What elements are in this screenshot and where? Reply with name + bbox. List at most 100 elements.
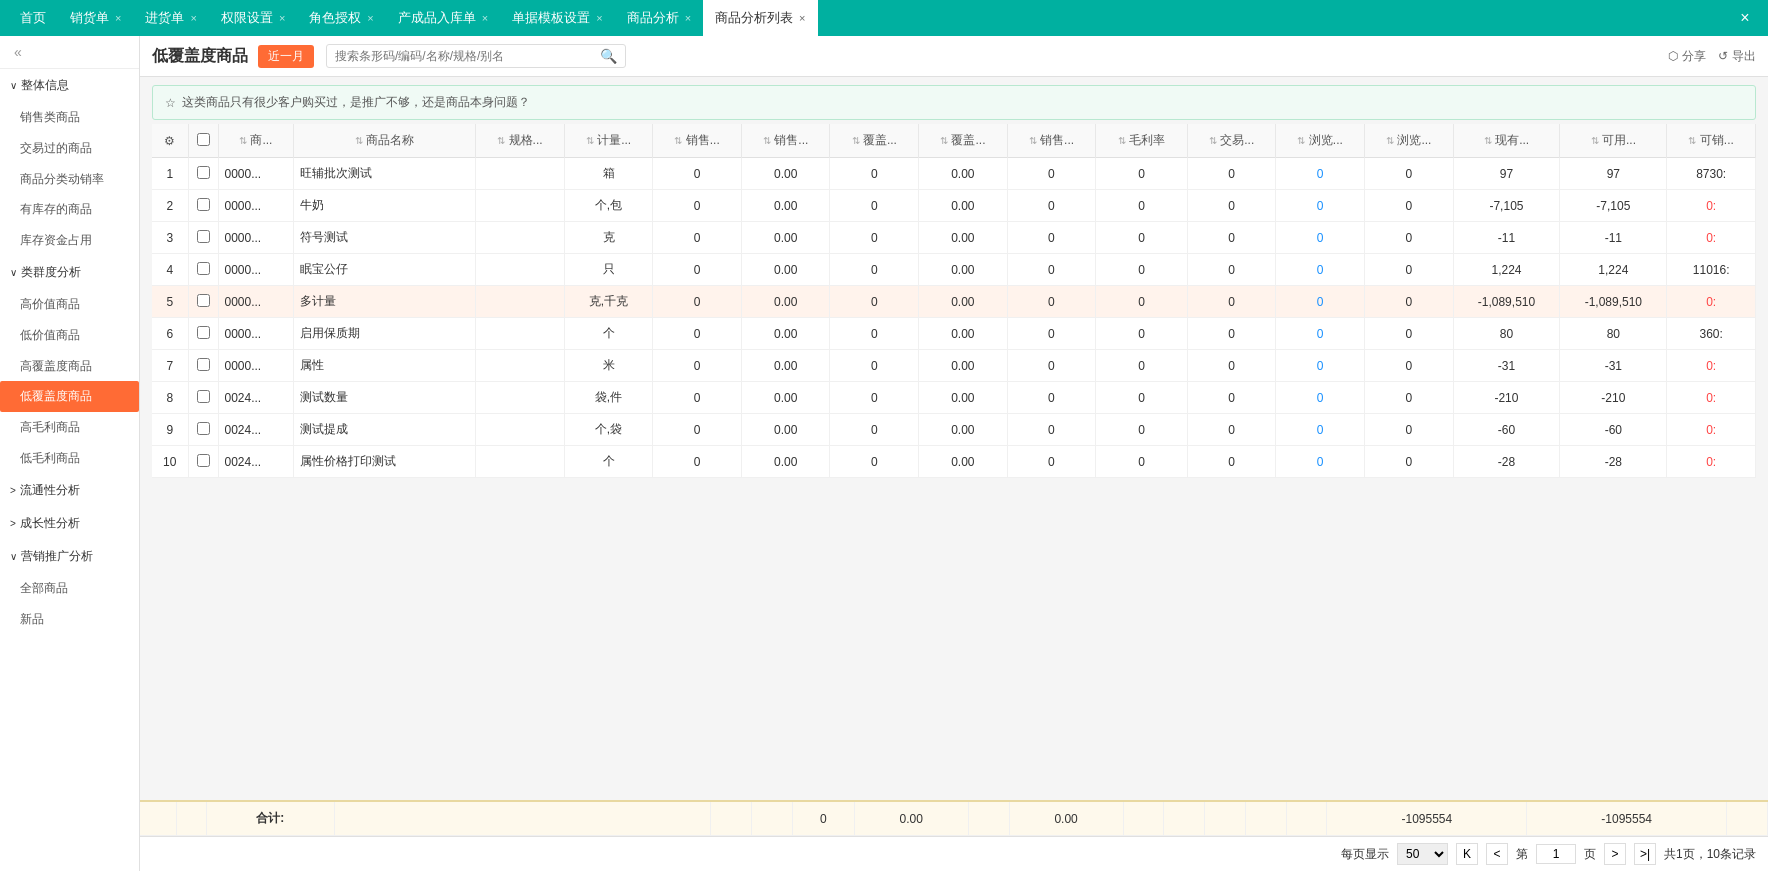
close-icon[interactable]: × [799, 12, 805, 24]
col-coverage2[interactable]: ⇅ 覆盖... [919, 124, 1008, 158]
row-browse1[interactable]: 0 [1276, 254, 1365, 286]
row-checkbox[interactable] [188, 350, 218, 382]
last-page-button[interactable]: >| [1634, 843, 1656, 865]
close-icon[interactable]: × [482, 12, 488, 24]
sidebar-item-low-coverage[interactable]: 低覆盖度商品 [0, 381, 139, 412]
row-select-checkbox[interactable] [197, 262, 210, 275]
row-select-checkbox[interactable] [197, 198, 210, 211]
row-checkbox[interactable] [188, 190, 218, 222]
col-browse2[interactable]: ⇅ 浏览... [1364, 124, 1453, 158]
row-checkbox[interactable] [188, 254, 218, 286]
row-browse1[interactable]: 0 [1276, 318, 1365, 350]
row-checkbox[interactable] [188, 446, 218, 478]
col-gross-rate[interactable]: ⇅ 毛利率 [1096, 124, 1188, 158]
window-close-button[interactable]: × [1730, 3, 1760, 33]
sidebar-item-sales-products[interactable]: 销售类商品 [0, 102, 139, 133]
nav-product-analysis-list[interactable]: 商品分析列表 × [703, 0, 817, 36]
close-icon[interactable]: × [596, 12, 602, 24]
sidebar-item-capital-occupation[interactable]: 库存资金占用 [0, 225, 139, 256]
close-icon[interactable]: × [685, 12, 691, 24]
row-checkbox[interactable] [188, 158, 218, 190]
close-icon[interactable]: × [367, 12, 373, 24]
row-checkbox[interactable] [188, 382, 218, 414]
nav-template-settings[interactable]: 单据模板设置 × [500, 0, 614, 36]
nav-role-auth[interactable]: 角色授权 × [297, 0, 385, 36]
close-icon[interactable]: × [190, 12, 196, 24]
close-icon[interactable]: × [279, 12, 285, 24]
col-available[interactable]: ⇅ 可用... [1560, 124, 1667, 158]
sidebar-item-high-value[interactable]: 高价值商品 [0, 289, 139, 320]
nav-product-inbound[interactable]: 产成品入库单 × [386, 0, 500, 36]
col-code[interactable]: ⇅ 商... [218, 124, 293, 158]
search-input[interactable] [335, 49, 600, 63]
row-select-checkbox[interactable] [197, 166, 210, 179]
sidebar-item-high-margin[interactable]: 高毛利商品 [0, 412, 139, 443]
row-select-checkbox[interactable] [197, 358, 210, 371]
col-sellable[interactable]: ⇅ 可销... [1667, 124, 1756, 158]
prev-page-button[interactable]: < [1486, 843, 1508, 865]
sidebar-item-category-rate[interactable]: 商品分类动销率 [0, 164, 139, 195]
row-checkbox[interactable] [188, 414, 218, 446]
sidebar-collapse-button[interactable]: « [8, 42, 28, 62]
sidebar-group-growth[interactable]: > 成长性分析 [0, 507, 139, 540]
col-browse1[interactable]: ⇅ 浏览... [1276, 124, 1365, 158]
col-current-stock[interactable]: ⇅ 现有... [1453, 124, 1560, 158]
search-icon[interactable]: 🔍 [600, 48, 617, 64]
sidebar-group-cluster[interactable]: ∨ 类群度分析 [0, 256, 139, 289]
row-select-checkbox[interactable] [197, 294, 210, 307]
row-browse1[interactable]: 0 [1276, 446, 1365, 478]
row-select-checkbox[interactable] [197, 454, 210, 467]
nav-product-analysis[interactable]: 商品分析 × [615, 0, 703, 36]
sidebar-item-low-margin[interactable]: 低毛利商品 [0, 443, 139, 474]
sidebar-group-marketing[interactable]: ∨ 营销推广分析 [0, 540, 139, 573]
row-browse1[interactable]: 0 [1276, 222, 1365, 254]
page-size-select[interactable]: 50 100 200 [1397, 843, 1448, 865]
row-browse1[interactable]: 0 [1276, 190, 1365, 222]
sidebar-item-in-stock[interactable]: 有库存的商品 [0, 194, 139, 225]
row-browse1[interactable]: 0 [1276, 414, 1365, 446]
col-sales3[interactable]: ⇅ 销售... [1007, 124, 1096, 158]
row-browse1[interactable]: 0 [1276, 382, 1365, 414]
row-browse1[interactable]: 0 [1276, 158, 1365, 190]
page-number-input[interactable] [1536, 844, 1576, 864]
close-icon[interactable]: × [115, 12, 121, 24]
col-sales-amt[interactable]: ⇅ 销售... [741, 124, 830, 158]
col-checkbox[interactable] [188, 124, 218, 158]
sidebar-item-high-coverage[interactable]: 高覆盖度商品 [0, 351, 139, 382]
share-button[interactable]: ⬡ 分享 [1668, 48, 1706, 65]
col-coverage1[interactable]: ⇅ 覆盖... [830, 124, 919, 158]
col-trade[interactable]: ⇅ 交易... [1187, 124, 1276, 158]
row-select-checkbox[interactable] [197, 326, 210, 339]
sidebar-group-overall[interactable]: ∨ 整体信息 [0, 69, 139, 102]
col-unit[interactable]: ⇅ 计量... [564, 124, 653, 158]
sidebar-item-new-products[interactable]: 新品 [0, 604, 139, 635]
row-checkbox[interactable] [188, 286, 218, 318]
nav-sales-order[interactable]: 销货单 × [58, 0, 133, 36]
sidebar-group-circulation[interactable]: > 流通性分析 [0, 474, 139, 507]
next-page-button[interactable]: > [1604, 843, 1626, 865]
sidebar-item-low-value[interactable]: 低价值商品 [0, 320, 139, 351]
export-button[interactable]: ↺ 导出 [1718, 48, 1756, 65]
nav-permission-settings[interactable]: 权限设置 × [209, 0, 297, 36]
sidebar-item-traded-products[interactable]: 交易过的商品 [0, 133, 139, 164]
col-sales-qty[interactable]: ⇅ 销售... [653, 124, 742, 158]
row-sales3: 0 [1007, 222, 1096, 254]
row-select-checkbox[interactable] [197, 230, 210, 243]
nav-home[interactable]: 首页 [8, 0, 58, 36]
nav-purchase-order[interactable]: 进货单 × [133, 0, 208, 36]
sidebar-item-all-products[interactable]: 全部商品 [0, 573, 139, 604]
col-spec[interactable]: ⇅ 规格... [476, 124, 565, 158]
time-filter-button[interactable]: 近一月 [258, 45, 314, 68]
col-name[interactable]: ⇅ 商品名称 [293, 124, 475, 158]
row-browse1[interactable]: 0 [1276, 350, 1365, 382]
row-checkbox[interactable] [188, 222, 218, 254]
row-browse2: 0 [1364, 190, 1453, 222]
first-page-button[interactable]: K [1456, 843, 1478, 865]
col-settings[interactable]: ⚙ [152, 124, 188, 158]
row-select-checkbox[interactable] [197, 422, 210, 435]
row-checkbox[interactable] [188, 318, 218, 350]
row-browse1[interactable]: 0 [1276, 286, 1365, 318]
select-all-checkbox[interactable] [197, 133, 210, 146]
row-select-checkbox[interactable] [197, 390, 210, 403]
row-sales3: 0 [1007, 286, 1096, 318]
